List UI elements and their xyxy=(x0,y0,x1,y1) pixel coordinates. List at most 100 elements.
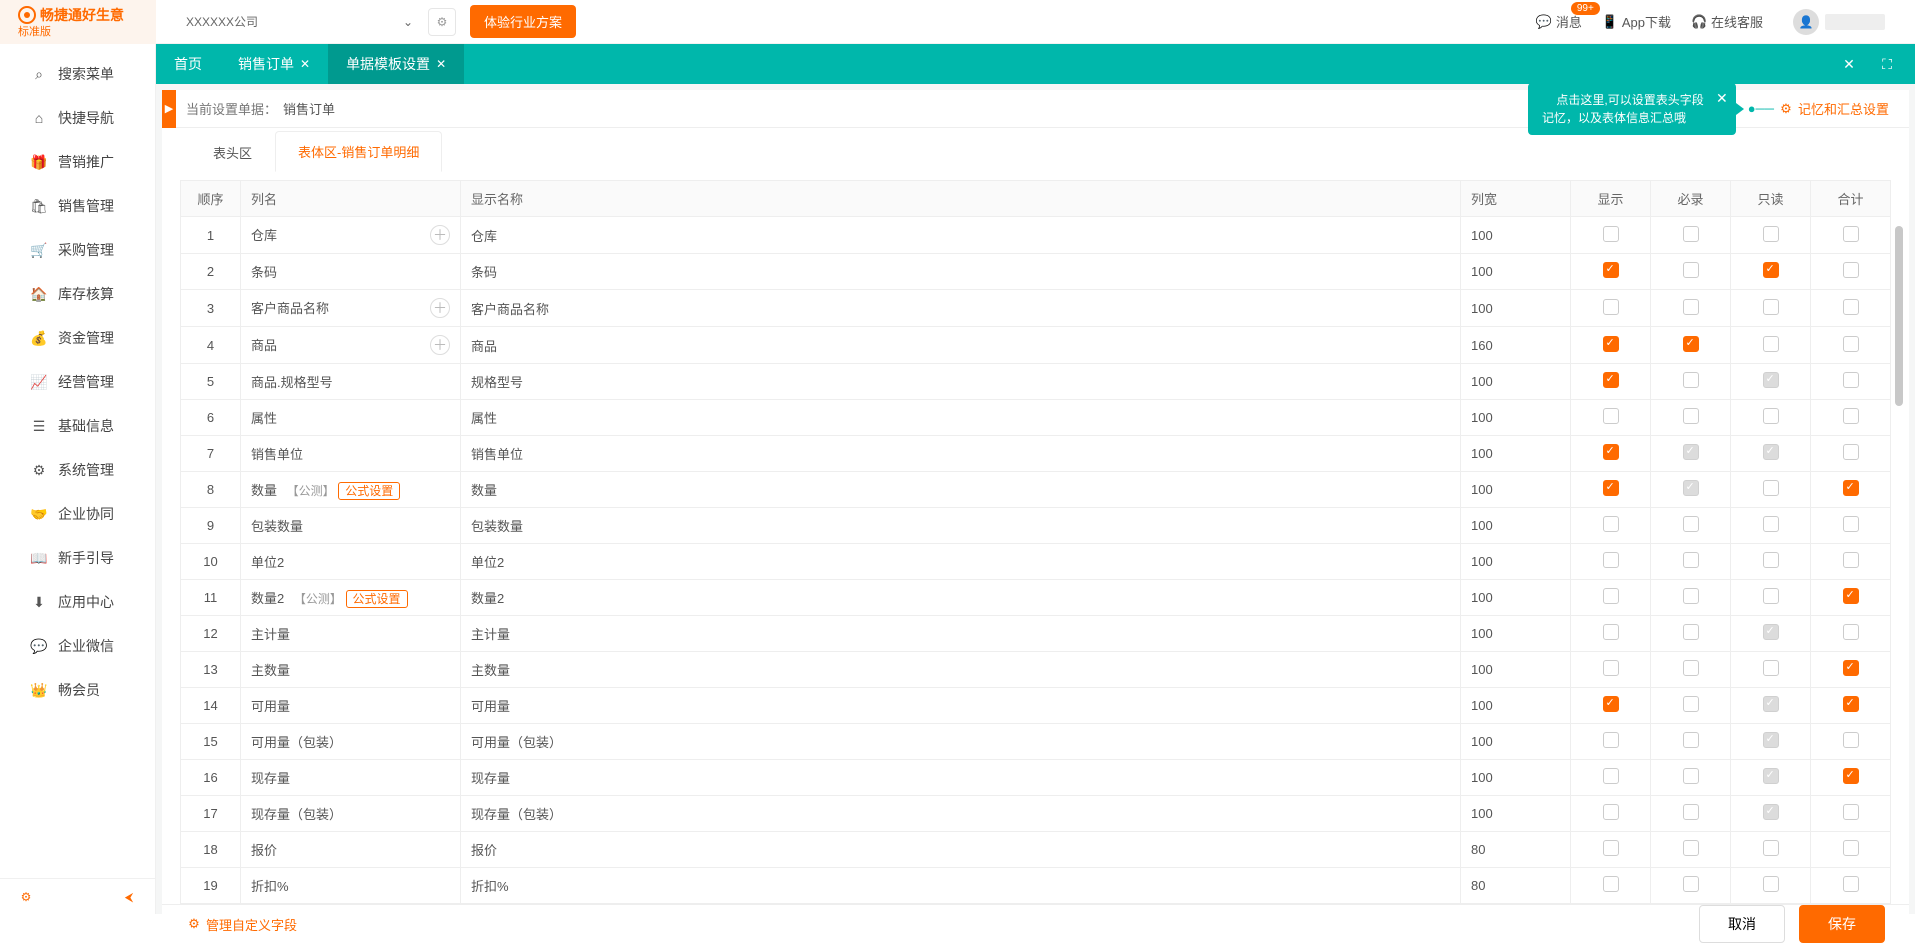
checkbox[interactable] xyxy=(1603,299,1619,315)
sidebar-item[interactable]: 🏠库存核算 xyxy=(0,272,155,316)
cell-col[interactable]: 商品＋ xyxy=(241,327,461,364)
online-service-link[interactable]: 🎧 在线客服 xyxy=(1691,12,1763,31)
close-all-tabs-icon[interactable]: ✕ xyxy=(1835,56,1863,73)
checkbox[interactable] xyxy=(1683,876,1699,892)
checkbox[interactable] xyxy=(1683,480,1699,496)
cell-width[interactable]: 100 xyxy=(1461,472,1571,508)
sidebar-item[interactable]: 💰资金管理 xyxy=(0,316,155,360)
checkbox[interactable] xyxy=(1683,299,1699,315)
checkbox[interactable] xyxy=(1763,660,1779,676)
checkbox[interactable] xyxy=(1763,336,1779,352)
settings-button[interactable]: ⚙ xyxy=(428,8,456,36)
checkbox[interactable] xyxy=(1603,372,1619,388)
cell-disp[interactable]: 客户商品名称 xyxy=(461,290,1461,327)
tab[interactable]: 首页 xyxy=(156,44,220,84)
checkbox[interactable] xyxy=(1763,299,1779,315)
sidebar-item[interactable]: ⚙系统管理 xyxy=(0,448,155,492)
sidebar-item[interactable]: 💬企业微信 xyxy=(0,624,155,668)
checkbox[interactable] xyxy=(1683,262,1699,278)
cell-disp[interactable]: 仓库 xyxy=(461,217,1461,254)
cell-disp[interactable]: 条码 xyxy=(461,254,1461,290)
checkbox[interactable] xyxy=(1763,480,1779,496)
checkbox[interactable] xyxy=(1683,588,1699,604)
formula-setting-link[interactable]: 公式设置 xyxy=(338,482,400,500)
checkbox[interactable] xyxy=(1763,840,1779,856)
cell-width[interactable]: 100 xyxy=(1461,580,1571,616)
sidebar-item[interactable]: 🛒采购管理 xyxy=(0,228,155,272)
cell-width[interactable]: 80 xyxy=(1461,832,1571,868)
cell-col[interactable]: 可用量 xyxy=(241,688,461,724)
checkbox[interactable] xyxy=(1843,336,1859,352)
checkbox[interactable] xyxy=(1843,624,1859,640)
cell-col[interactable]: 数量 【公测】 公式设置 xyxy=(241,472,461,508)
checkbox[interactable] xyxy=(1683,804,1699,820)
checkbox[interactable] xyxy=(1603,336,1619,352)
cell-width[interactable]: 100 xyxy=(1461,217,1571,254)
cell-width[interactable]: 100 xyxy=(1461,436,1571,472)
checkbox[interactable] xyxy=(1763,372,1779,388)
checkbox[interactable] xyxy=(1843,408,1859,424)
formula-setting-link[interactable]: 公式设置 xyxy=(346,590,408,608)
cell-col[interactable]: 主数量 xyxy=(241,652,461,688)
checkbox[interactable] xyxy=(1603,804,1619,820)
cell-col[interactable]: 商品.规格型号 xyxy=(241,364,461,400)
tab-close-icon[interactable]: ✕ xyxy=(300,57,310,71)
checkbox[interactable] xyxy=(1683,840,1699,856)
cell-disp[interactable]: 数量 xyxy=(461,472,1461,508)
checkbox[interactable] xyxy=(1683,226,1699,242)
cell-disp[interactable]: 报价 xyxy=(461,832,1461,868)
cell-width[interactable]: 100 xyxy=(1461,616,1571,652)
tab[interactable]: 单据模板设置✕ xyxy=(328,44,464,84)
checkbox[interactable] xyxy=(1763,624,1779,640)
checkbox[interactable] xyxy=(1683,660,1699,676)
cell-width[interactable]: 100 xyxy=(1461,400,1571,436)
cell-width[interactable]: 100 xyxy=(1461,688,1571,724)
checkbox[interactable] xyxy=(1843,516,1859,532)
tab[interactable]: 销售订单✕ xyxy=(220,44,328,84)
checkbox[interactable] xyxy=(1843,444,1859,460)
cell-col[interactable]: 现存量 xyxy=(241,760,461,796)
checkbox[interactable] xyxy=(1763,226,1779,242)
sub-tab[interactable]: 表头区 xyxy=(190,132,275,172)
cell-width[interactable]: 100 xyxy=(1461,254,1571,290)
user-area[interactable]: 👤 xyxy=(1793,9,1885,35)
cell-col[interactable]: 属性 xyxy=(241,400,461,436)
sidebar-item[interactable]: ⌂快捷导航 xyxy=(0,96,155,140)
cell-disp[interactable]: 主计量 xyxy=(461,616,1461,652)
checkbox[interactable] xyxy=(1683,516,1699,532)
cell-disp[interactable]: 商品 xyxy=(461,327,1461,364)
cell-col[interactable]: 主计量 xyxy=(241,616,461,652)
tab-close-icon[interactable]: ✕ xyxy=(436,57,446,71)
cancel-button[interactable]: 取消 xyxy=(1699,905,1785,943)
company-selector[interactable]: XXXXXX公司 ⌄ xyxy=(186,13,416,30)
checkbox[interactable] xyxy=(1603,552,1619,568)
checkbox[interactable] xyxy=(1603,588,1619,604)
checkbox[interactable] xyxy=(1683,732,1699,748)
cell-disp[interactable]: 现存量（包装） xyxy=(461,796,1461,832)
cell-col[interactable]: 条码 xyxy=(241,254,461,290)
checkbox[interactable] xyxy=(1843,876,1859,892)
checkbox[interactable] xyxy=(1683,372,1699,388)
cell-col[interactable]: 销售单位 xyxy=(241,436,461,472)
fullscreen-icon[interactable]: ⛶ xyxy=(1873,56,1901,73)
cell-disp[interactable]: 单位2 xyxy=(461,544,1461,580)
settings-gear-icon[interactable]: ⚙ xyxy=(18,889,34,905)
sidebar-item[interactable]: 📈经营管理 xyxy=(0,360,155,404)
add-column-icon[interactable]: ＋ xyxy=(430,225,450,245)
checkbox[interactable] xyxy=(1843,552,1859,568)
cell-col[interactable]: 报价 xyxy=(241,832,461,868)
checkbox[interactable] xyxy=(1603,732,1619,748)
sub-tab[interactable]: 表体区-销售订单明细 xyxy=(275,131,442,172)
cell-width[interactable]: 100 xyxy=(1461,760,1571,796)
checkbox[interactable] xyxy=(1763,588,1779,604)
checkbox[interactable] xyxy=(1843,804,1859,820)
checkbox[interactable] xyxy=(1763,876,1779,892)
checkbox[interactable] xyxy=(1843,768,1859,784)
checkbox[interactable] xyxy=(1683,444,1699,460)
cell-disp[interactable]: 销售单位 xyxy=(461,436,1461,472)
cell-col[interactable]: 客户商品名称＋ xyxy=(241,290,461,327)
checkbox[interactable] xyxy=(1843,262,1859,278)
checkbox[interactable] xyxy=(1603,226,1619,242)
checkbox[interactable] xyxy=(1603,624,1619,640)
checkbox[interactable] xyxy=(1763,516,1779,532)
